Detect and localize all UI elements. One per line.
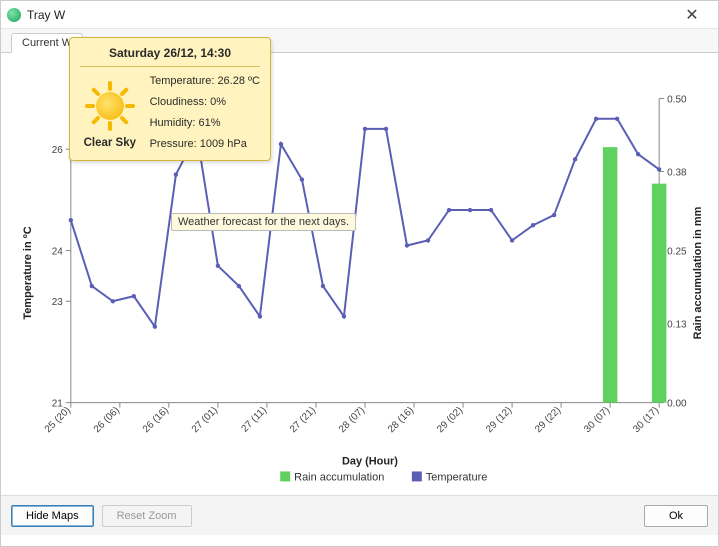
- reset-zoom-button[interactable]: Reset Zoom: [102, 505, 192, 527]
- chart-area: 212324260.000.130.250.380.5025 (20)26 (0…: [1, 53, 718, 495]
- x-axis-label: Day (Hour): [342, 455, 398, 467]
- tooltip-pressure: Pressure: 1009 hPa: [150, 138, 260, 150]
- legend: Rain accumulation Temperature: [280, 471, 487, 483]
- y-axis-left-label: Temperature in ºC: [22, 226, 34, 319]
- window-title: Tray W: [27, 8, 65, 22]
- svg-text:23: 23: [52, 297, 64, 308]
- tooltip-title: Saturday 26/12, 14:30: [80, 46, 260, 67]
- svg-text:29 (22): 29 (22): [533, 405, 563, 435]
- sun-icon: [89, 85, 131, 127]
- tooltip-condition: Clear Sky: [84, 137, 136, 149]
- svg-text:26 (06): 26 (06): [92, 405, 122, 435]
- svg-text:26 (16): 26 (16): [141, 405, 171, 435]
- svg-text:30 (07): 30 (07): [582, 405, 612, 435]
- tooltip-temperature: Temperature: 26.28 ºC: [150, 75, 260, 87]
- svg-text:0.13: 0.13: [667, 320, 687, 331]
- svg-text:0.25: 0.25: [667, 247, 687, 258]
- svg-text:29 (12): 29 (12): [484, 405, 514, 435]
- svg-text:30 (17): 30 (17): [631, 405, 661, 435]
- legend-swatch-temp: [412, 471, 422, 481]
- hide-maps-button[interactable]: Hide Maps: [11, 505, 94, 527]
- svg-text:27 (21): 27 (21): [288, 405, 318, 435]
- legend-label-temp: Temperature: [426, 471, 487, 483]
- svg-text:0.38: 0.38: [667, 167, 687, 178]
- footer: Hide Maps Reset Zoom Ok: [1, 495, 718, 535]
- svg-text:26: 26: [52, 145, 64, 156]
- svg-text:0.50: 0.50: [667, 94, 687, 105]
- weather-tooltip-card: Saturday 26/12, 14:30 Clear Sky Temperat…: [69, 37, 271, 161]
- svg-text:0.00: 0.00: [667, 399, 687, 410]
- titlebar: Tray W ✕: [1, 1, 718, 29]
- legend-label-rain: Rain accumulation: [294, 471, 384, 483]
- y-axis-right-label: Rain accumulation in mm: [692, 206, 704, 339]
- close-button[interactable]: ✕: [672, 1, 712, 29]
- svg-text:29 (02): 29 (02): [435, 405, 465, 435]
- tooltip-cloudiness: Cloudiness: 0%: [150, 96, 260, 108]
- svg-text:27 (01): 27 (01): [190, 405, 220, 435]
- svg-text:24: 24: [52, 247, 64, 258]
- svg-text:27 (11): 27 (11): [239, 405, 269, 435]
- svg-text:28 (07): 28 (07): [337, 405, 367, 435]
- tooltip-humidity: Humidity: 61%: [150, 117, 260, 129]
- hover-tip: Weather forecast for the next days.: [171, 213, 356, 231]
- legend-swatch-rain: [280, 471, 290, 481]
- ok-button[interactable]: Ok: [644, 505, 708, 527]
- app-icon: [7, 8, 21, 22]
- svg-text:28 (16): 28 (16): [386, 405, 416, 435]
